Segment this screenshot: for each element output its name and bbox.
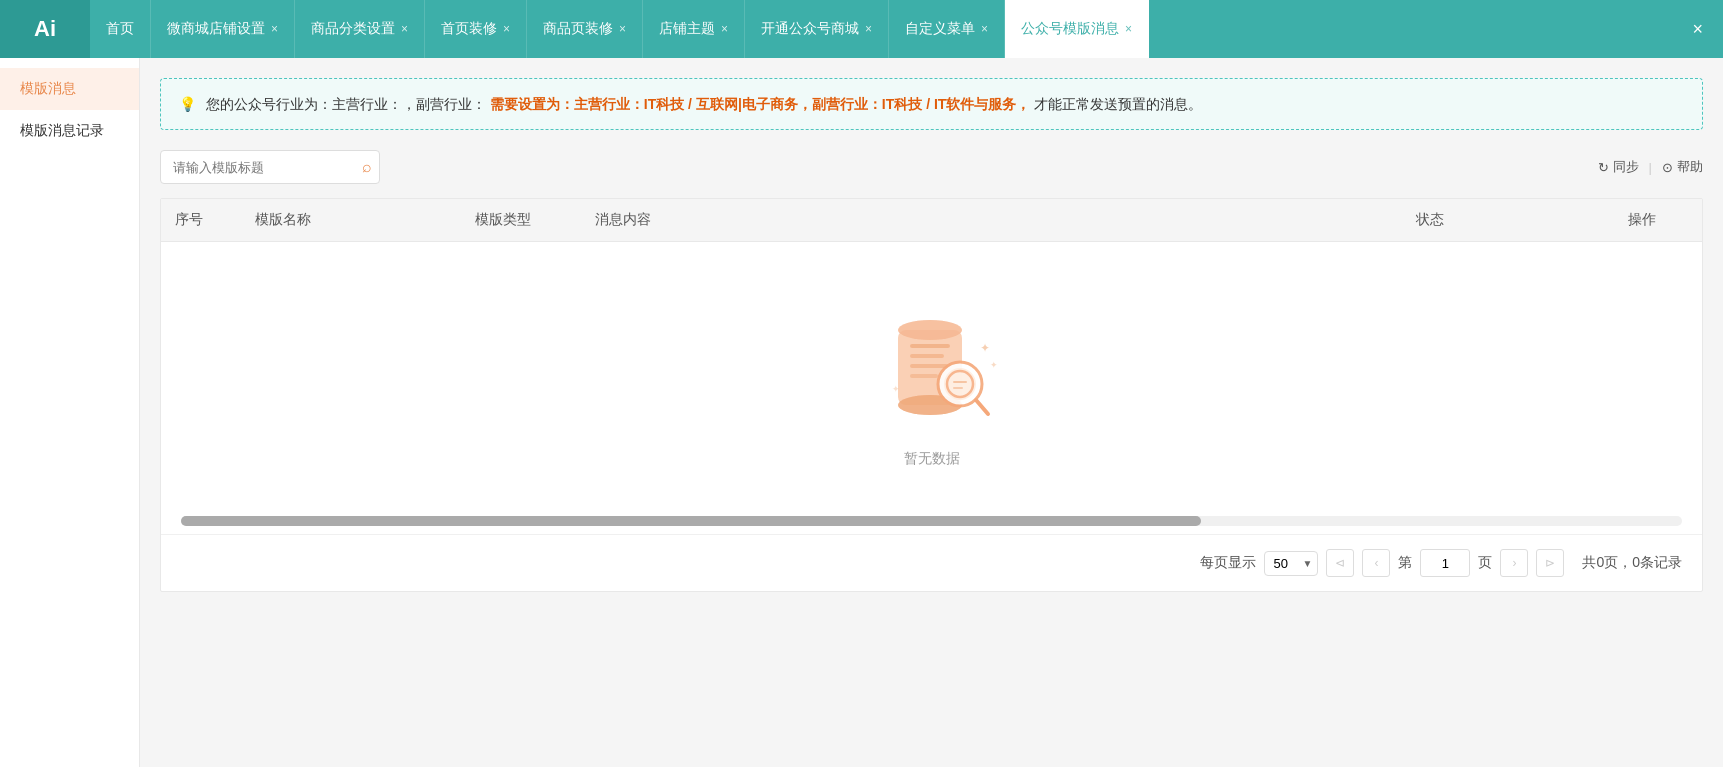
nav-tab-template-msg[interactable]: 公众号模版消息×: [1005, 0, 1149, 58]
search-right: ↻ 同步 | ⊙ 帮助: [1598, 158, 1703, 176]
th-name: 模版名称: [241, 199, 461, 241]
search-input-wrap: ⌕: [160, 150, 380, 184]
main-content: 💡 您的公众号行业为：主营行业：，副营行业： 需要设置为：主营行业：IT科技 /…: [140, 58, 1723, 767]
nav-tab-open-mall[interactable]: 开通公众号商城×: [745, 0, 889, 58]
page-size-wrap: 50 20 100 ▼: [1264, 551, 1318, 576]
svg-text:✦: ✦: [980, 341, 990, 355]
next-page-button[interactable]: ›: [1500, 549, 1528, 577]
svg-rect-8: [910, 374, 938, 378]
table-header: 序号 模版名称 模版类型 消息内容 状态 操作: [161, 199, 1702, 242]
sidebar-item-template-msg-log[interactable]: 模版消息记录: [0, 110, 139, 152]
nav-tab-shop-settings[interactable]: 微商城店铺设置×: [151, 0, 295, 58]
scrollbar-area[interactable]: [181, 516, 1682, 526]
sync-icon: ↻: [1598, 160, 1609, 175]
svg-rect-6: [910, 354, 944, 358]
nav-tab-product-decor[interactable]: 商品页装修×: [527, 0, 643, 58]
page-suffix-label: 页: [1478, 554, 1492, 572]
close-tab-open-mall[interactable]: ×: [865, 22, 872, 36]
empty-text: 暂无数据: [904, 450, 960, 468]
close-all-button[interactable]: ×: [1672, 0, 1723, 58]
page-number-input[interactable]: [1420, 549, 1470, 577]
th-seq: 序号: [161, 199, 241, 241]
layout: 模版消息模版消息记录 💡 您的公众号行业为：主营行业：，副营行业： 需要设置为：…: [0, 58, 1723, 767]
page-prefix-label: 第: [1398, 554, 1412, 572]
svg-point-10: [944, 368, 976, 400]
nav-tab-custom-menu[interactable]: 自定义菜单×: [889, 0, 1005, 58]
sync-button[interactable]: ↻ 同步: [1598, 158, 1639, 176]
search-icon[interactable]: ⌕: [362, 158, 372, 176]
nav-tab-category-settings[interactable]: 商品分类设置×: [295, 0, 425, 58]
top-nav: Ai 首页微商城店铺设置×商品分类设置×首页装修×商品页装修×店铺主题×开通公众…: [0, 0, 1723, 58]
close-tab-shop-settings[interactable]: ×: [271, 22, 278, 36]
bulb-icon: 💡: [179, 96, 196, 112]
th-type: 模版类型: [461, 199, 581, 241]
last-page-button[interactable]: ⊳: [1536, 549, 1564, 577]
nav-tab-home[interactable]: 首页: [90, 0, 151, 58]
close-tab-template-msg[interactable]: ×: [1125, 22, 1132, 36]
table-container: 序号 模版名称 模版类型 消息内容 状态 操作: [160, 198, 1703, 592]
prev-page-button[interactable]: ‹: [1362, 549, 1390, 577]
svg-line-12: [976, 400, 988, 414]
svg-rect-7: [910, 364, 948, 368]
sidebar: 模版消息模版消息记录: [0, 58, 140, 767]
close-tab-shop-theme[interactable]: ×: [721, 22, 728, 36]
empty-state: ✦ ✦ ✦ 暂无数据: [161, 242, 1702, 508]
close-tab-home-decor[interactable]: ×: [503, 22, 510, 36]
nav-tab-shop-theme[interactable]: 店铺主题×: [643, 0, 745, 58]
svg-text:✦: ✦: [892, 384, 900, 394]
close-tab-category-settings[interactable]: ×: [401, 22, 408, 36]
nav-tabs: 首页微商城店铺设置×商品分类设置×首页装修×商品页装修×店铺主题×开通公众号商城…: [90, 0, 1672, 58]
brand-logo: Ai: [0, 0, 90, 58]
notice-text-before: 您的公众号行业为：主营行业：，副营行业：: [206, 96, 486, 112]
close-tab-custom-menu[interactable]: ×: [981, 22, 988, 36]
page-size-label: 每页显示: [1200, 554, 1256, 572]
divider: |: [1649, 160, 1652, 175]
svg-point-3: [898, 320, 962, 340]
close-tab-product-decor[interactable]: ×: [619, 22, 626, 36]
notice-box: 💡 您的公众号行业为：主营行业：，副营行业： 需要设置为：主营行业：IT科技 /…: [160, 78, 1703, 130]
pagination-bar: 每页显示 50 20 100 ▼ ⊲ ‹ 第 页 › ⊳ 共0页，0条记录: [161, 534, 1702, 591]
scrollbar-thumb[interactable]: [181, 516, 1201, 526]
search-bar: ⌕ ↻ 同步 | ⊙ 帮助: [160, 150, 1703, 184]
search-left: ⌕: [160, 150, 380, 184]
help-icon: ⊙: [1662, 160, 1673, 175]
notice-text-after: 才能正常发送预置的消息。: [1034, 96, 1202, 112]
page-size-select[interactable]: 50 20 100: [1264, 551, 1318, 576]
notice-text-highlight: 需要设置为：主营行业：IT科技 / 互联网|电子商务，副营行业：IT科技 / I…: [490, 96, 1031, 112]
svg-text:✦: ✦: [990, 360, 998, 370]
th-status: 状态: [1402, 199, 1582, 241]
search-input[interactable]: [160, 150, 380, 184]
nav-tab-home-decor[interactable]: 首页装修×: [425, 0, 527, 58]
total-label: 共0页，0条记录: [1582, 554, 1682, 572]
help-button[interactable]: ⊙ 帮助: [1662, 158, 1703, 176]
first-page-button[interactable]: ⊲: [1326, 549, 1354, 577]
th-action: 操作: [1582, 199, 1702, 241]
th-content: 消息内容: [581, 199, 1402, 241]
svg-rect-5: [910, 344, 950, 348]
sidebar-item-template-msg[interactable]: 模版消息: [0, 68, 139, 110]
empty-illustration: ✦ ✦ ✦: [872, 302, 992, 432]
